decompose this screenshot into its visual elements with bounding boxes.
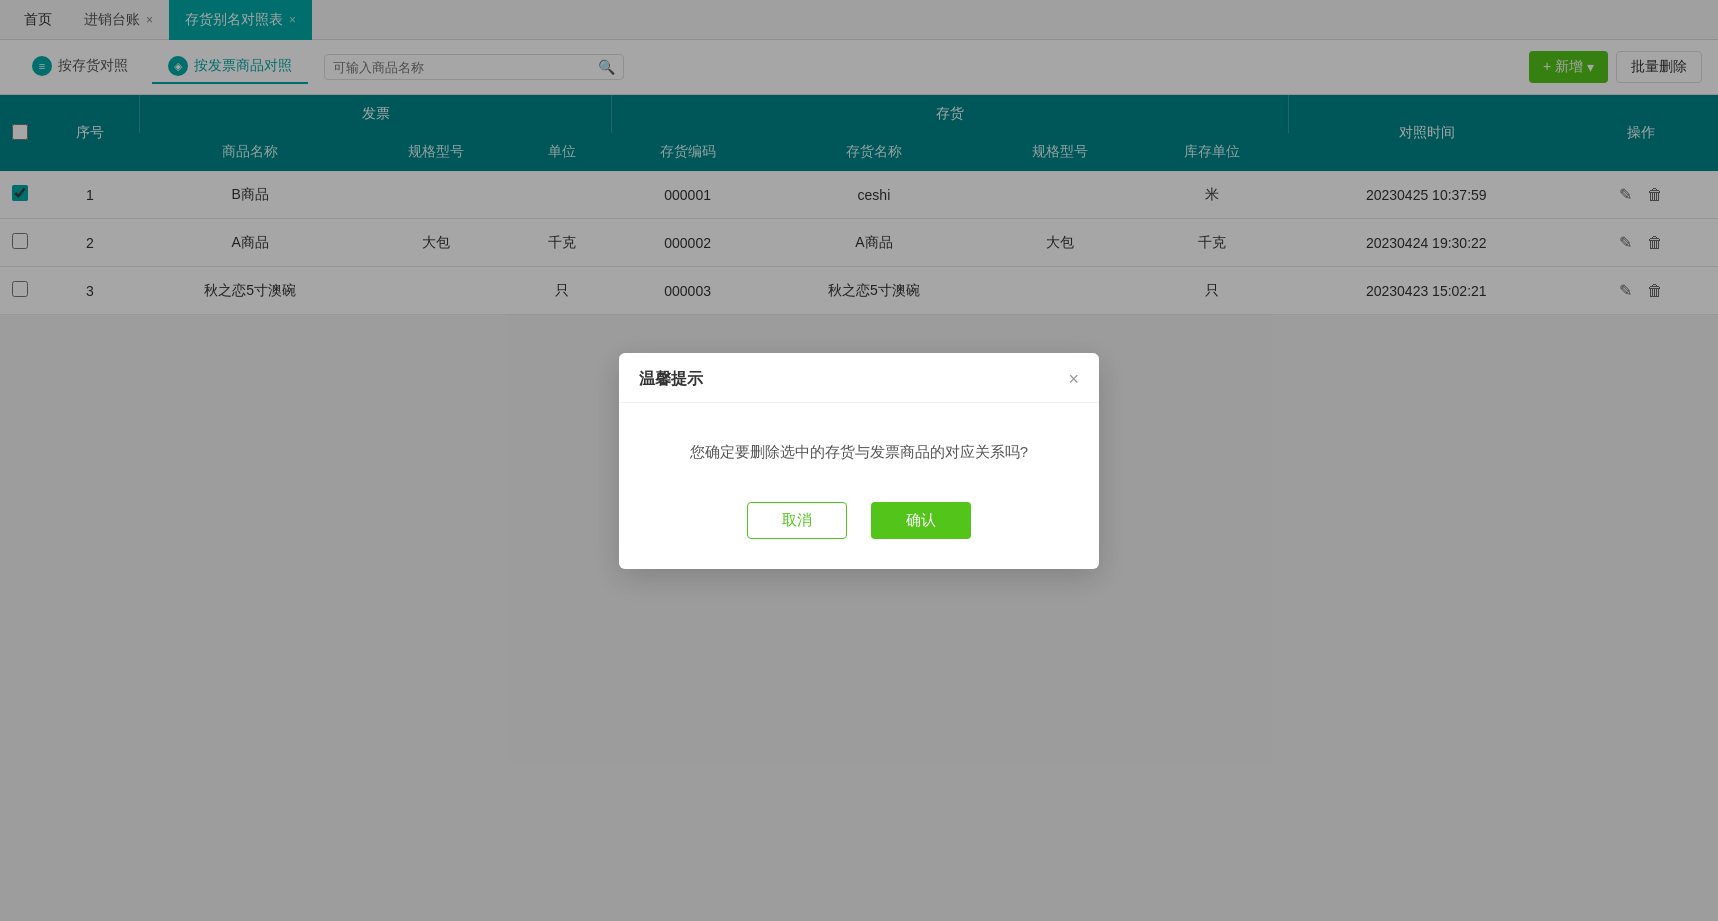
dialog-overlay: 温馨提示 × 您确定要删除选中的存货与发票商品的对应关系吗? 取消 确认 [0,0,1718,921]
dialog-header: 温馨提示 × [619,353,1099,403]
dialog-cancel-button[interactable]: 取消 [747,502,847,539]
dialog-message: 您确定要删除选中的存货与发票商品的对应关系吗? [690,443,1028,460]
confirm-dialog: 温馨提示 × 您确定要删除选中的存货与发票商品的对应关系吗? 取消 确认 [619,353,1099,569]
dialog-body: 您确定要删除选中的存货与发票商品的对应关系吗? [619,403,1099,492]
dialog-close-button[interactable]: × [1068,370,1079,388]
dialog-confirm-button[interactable]: 确认 [871,502,971,539]
dialog-footer: 取消 确认 [619,492,1099,569]
dialog-title: 温馨提示 [639,369,703,390]
